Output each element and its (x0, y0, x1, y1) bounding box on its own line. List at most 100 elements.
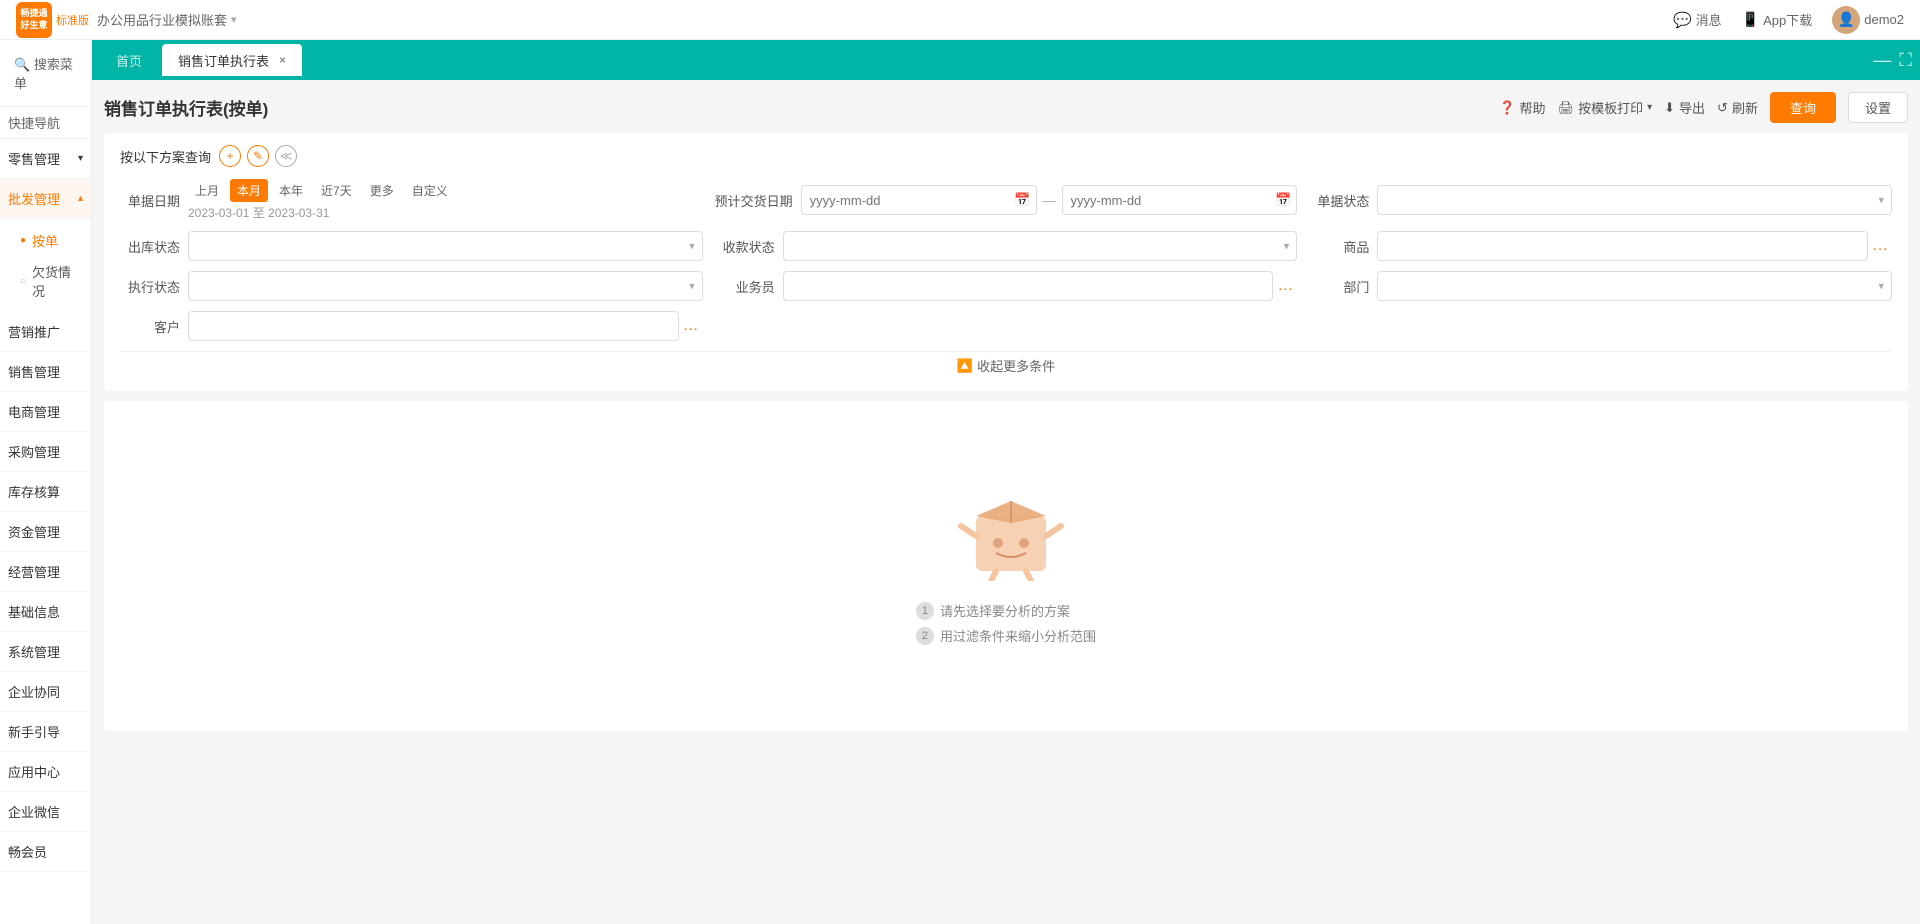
filter-out-status-field: 出库状态 ▾ (120, 231, 703, 261)
help-btn[interactable]: ❓ 帮助 (1499, 98, 1545, 117)
subnav-item-order-label: 按单 (32, 231, 58, 250)
calendar-from-icon[interactable]: 📅 (1014, 192, 1030, 208)
filter-product-field: 商品 … (1309, 231, 1892, 261)
exec-status-select[interactable] (188, 271, 703, 301)
customer-input[interactable] (188, 311, 679, 341)
settings-button[interactable]: 设置 (1848, 92, 1908, 123)
receipt-status-select[interactable] (783, 231, 1298, 261)
quick-nav-label: 快捷导航 (8, 116, 60, 131)
date-btn-7days[interactable]: 近7天 (314, 179, 359, 202)
arrears-icon: ○ (20, 276, 26, 287)
salesperson-dots-btn[interactable]: … (1273, 277, 1297, 295)
sidebar-item-sales[interactable]: 销售管理 (0, 352, 91, 392)
empty-tip-2: 2 用过滤条件来缩小分析范围 (916, 626, 1096, 645)
filter-product-label: 商品 (1309, 237, 1369, 256)
help-label: 帮助 (1520, 98, 1546, 117)
calendar-to-icon[interactable]: 📅 (1275, 192, 1291, 208)
collapse-more-label: 收起更多条件 (977, 356, 1055, 375)
date-btn-this-month[interactable]: 本月 (230, 179, 268, 202)
message-icon: 💬 (1673, 11, 1692, 29)
filter-section-label: 按以下方案查询 (120, 147, 211, 166)
print-btn[interactable]: 🖨 按模板打印 ▾ (1558, 98, 1653, 117)
app-selector[interactable]: 办公用品行业模拟账套 ▾ (97, 10, 237, 29)
filter-out-status-control: ▾ (188, 231, 703, 261)
sidebar-item-purchase[interactable]: 采购管理 (0, 432, 91, 472)
filter-date-control: 上月 本月 本年 近7天 更多 自定义 2023-03-01 至 2023-03… (188, 179, 703, 221)
order-status-select[interactable] (1377, 185, 1892, 215)
refresh-btn[interactable]: ↺ 刷新 (1717, 98, 1758, 117)
filter-receipt-status-label: 收款状态 (715, 237, 775, 256)
sidebar-item-basic[interactable]: 基础信息 (0, 592, 91, 632)
sidebar-item-wholesale-label: 批发管理 (8, 189, 60, 208)
product-dots-btn[interactable]: … (1868, 237, 1892, 255)
dept-select[interactable] (1377, 271, 1892, 301)
tab-close-icon[interactable]: × (279, 53, 286, 67)
user-menu[interactable]: 👤 demo2 (1832, 6, 1904, 34)
sidebar-item-retail[interactable]: 零售管理 ▾ (0, 139, 91, 179)
user-label: demo2 (1864, 12, 1904, 27)
sidebar-item-ecommerce[interactable]: 电商管理 (0, 392, 91, 432)
expected-date-to-wrap: 📅 (1062, 185, 1298, 215)
sidebar-item-operation[interactable]: 经营管理 (0, 552, 91, 592)
tab-home[interactable]: 首页 (100, 44, 158, 76)
tab-minimize-icon[interactable]: — (1873, 50, 1891, 71)
logo-label: 标准版 (56, 12, 89, 28)
sidebar-item-wechat[interactable]: 企业微信 (0, 792, 91, 832)
date-btn-this-year[interactable]: 本年 (272, 179, 310, 202)
sidebar-item-system[interactable]: 系统管理 (0, 632, 91, 672)
filter-date-label: 单据日期 (120, 191, 180, 210)
filter-exec-status-field: 执行状态 ▾ (120, 271, 703, 301)
out-status-select[interactable] (188, 231, 703, 261)
subnav-item-arrears[interactable]: ○ 欠货情况 (0, 256, 91, 306)
filter-edit-btn[interactable]: ✎ (247, 145, 269, 167)
filter-expected-date-label: 预计交货日期 (715, 191, 793, 210)
sidebar-item-system-label: 系统管理 (8, 642, 60, 661)
expected-date-from[interactable] (801, 185, 1037, 215)
expected-date-to[interactable] (1062, 185, 1298, 215)
export-btn[interactable]: ⬇ 导出 (1664, 98, 1705, 117)
query-button[interactable]: 查询 (1770, 92, 1836, 123)
date-btn-last-month[interactable]: 上月 (188, 179, 226, 202)
subnav-item-order[interactable]: ● 按单 (0, 225, 91, 256)
app-selector-label: 办公用品行业模拟账套 (97, 10, 227, 29)
filter-salesperson-control: … (783, 271, 1298, 301)
sidebar-item-finance[interactable]: 资金管理 (0, 512, 91, 552)
sidebar-item-marketing[interactable]: 营销推广 (0, 312, 91, 352)
print-label: 按模板打印 (1578, 98, 1643, 117)
empty-tips: 1 请先选择要分析的方案 2 用过滤条件来缩小分析范围 (916, 601, 1096, 651)
product-input[interactable] (1377, 231, 1868, 261)
filter-order-status-control: ▾ (1377, 185, 1892, 215)
sidebar-item-newbie[interactable]: 新手引导 (0, 712, 91, 752)
filter-order-status-label: 单据状态 (1309, 191, 1369, 210)
sidebar-item-member[interactable]: 畅会员 (0, 832, 91, 872)
date-btn-custom[interactable]: 自定义 (405, 179, 455, 202)
filter-collapse-btn[interactable]: ≪ (275, 145, 297, 167)
sidebar-item-corp[interactable]: 企业协同 (0, 672, 91, 712)
tab-sales-order[interactable]: 销售订单执行表 × (162, 44, 302, 76)
salesperson-input[interactable] (783, 271, 1274, 301)
filter-add-btn[interactable]: + (219, 145, 241, 167)
page-content: 销售订单执行表(按单) ❓ 帮助 🖨 按模板打印 ▾ ⬇ 导出 (92, 80, 1920, 924)
collapse-more-btn[interactable]: 🔼 收起更多条件 (120, 351, 1892, 379)
sidebar-item-corp-label: 企业协同 (8, 682, 60, 701)
date-btn-more[interactable]: 更多 (363, 179, 401, 202)
app-download-btn[interactable]: 📱 App下载 (1742, 10, 1813, 29)
sidebar-item-newbie-label: 新手引导 (8, 722, 60, 741)
sidebar-quick-nav[interactable]: 快捷导航 (0, 107, 91, 139)
sidebar-item-wholesale[interactable]: 批发管理 ▴ (0, 179, 91, 219)
customer-dots-btn[interactable]: … (679, 317, 703, 335)
tab-sales-order-label: 销售订单执行表 (178, 51, 269, 70)
message-btn[interactable]: 💬 消息 (1673, 10, 1722, 29)
expected-date-range: 📅 — 📅 (801, 185, 1298, 215)
sidebar-search[interactable]: 🔍 搜索菜单 (0, 40, 91, 107)
page-header: 销售订单执行表(按单) ❓ 帮助 🖨 按模板打印 ▾ ⬇ 导出 (104, 92, 1908, 123)
tab-maximize-icon[interactable]: ⛶ (1899, 50, 1912, 71)
tab-bar: 首页 销售订单执行表 × — ⛶ (92, 40, 1920, 80)
sidebar-item-inventory[interactable]: 库存核算 (0, 472, 91, 512)
sidebar-item-sales-label: 销售管理 (8, 362, 60, 381)
message-label: 消息 (1696, 10, 1722, 29)
wholesale-subnav: ● 按单 ○ 欠货情况 (0, 219, 91, 312)
sidebar-item-apps[interactable]: 应用中心 (0, 752, 91, 792)
search-menu-btn[interactable]: 🔍 搜索菜单 (8, 50, 83, 96)
app-selector-chevron: ▾ (231, 13, 237, 26)
